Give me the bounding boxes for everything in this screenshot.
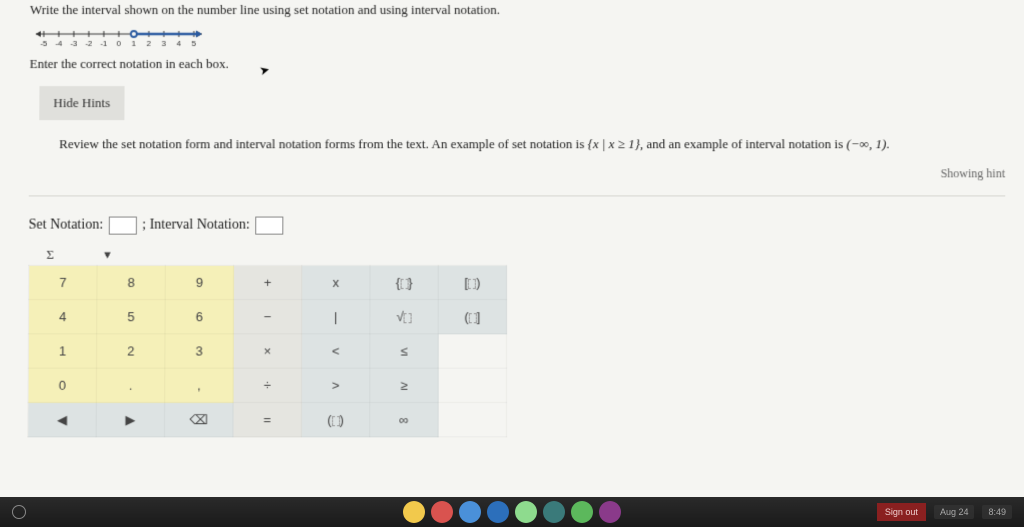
keypad-key[interactable]: ∞ — [370, 402, 438, 436]
taskbar-app-icon[interactable] — [515, 501, 537, 523]
taskbar-app-icon[interactable] — [571, 501, 593, 523]
chevron-down-icon: ▾ — [104, 247, 111, 263]
keypad-key[interactable]: ▶ — [96, 402, 165, 436]
sigma-icon: Σ — [46, 247, 54, 263]
showing-hint-label: Showing hint — [29, 160, 1005, 193]
keypad-key[interactable]: | — [302, 300, 370, 334]
keypad-key[interactable]: ≥ — [370, 368, 438, 402]
divider — [29, 195, 1006, 196]
taskbar-app-icon[interactable] — [431, 501, 453, 523]
hint-text: Review the set notation form and interva… — [29, 120, 1005, 160]
taskbar-app-icon[interactable] — [459, 501, 481, 523]
svg-text:2: 2 — [147, 39, 152, 48]
instruction-text: Write the interval shown on the number l… — [30, 0, 1004, 24]
keypad-key[interactable]: = — [233, 402, 301, 436]
keypad-key[interactable]: 8 — [97, 265, 165, 299]
set-notation-label: Set Notation: — [29, 218, 104, 233]
number-line: -5 -4 -3 -2 -1 0 1 2 3 4 5 — [30, 24, 1005, 52]
keypad-key[interactable]: 7 — [29, 265, 97, 299]
answer-line: Set Notation: ; Interval Notation: — [28, 211, 1005, 245]
enter-prompt: Enter the correct notation in each box. — [29, 52, 1004, 86]
keypad-key[interactable]: ≤ — [370, 334, 438, 368]
keypad-key[interactable]: < — [301, 334, 369, 368]
keypad-key[interactable]: 2 — [97, 334, 165, 368]
svg-text:3: 3 — [162, 39, 167, 48]
taskbar-app-icon[interactable] — [543, 501, 565, 523]
taskbar-date: Aug 24 — [934, 505, 975, 519]
svg-text:4: 4 — [177, 39, 182, 48]
keypad-key[interactable]: x — [302, 265, 370, 299]
keypad-key[interactable]: ⌫ — [165, 402, 234, 436]
page-content: Write the interval shown on the number l… — [0, 0, 1024, 500]
keypad-key[interactable]: 9 — [165, 265, 233, 299]
taskbar: Sign out Aug 24 8:49 — [0, 497, 1024, 527]
keypad: 789+x{}[) 456−|√(] 123×<≤0.,÷>≥ ◀▶⌫=()∞ — [27, 265, 507, 438]
interval-notation-input[interactable] — [255, 217, 283, 235]
keypad-key[interactable]: 3 — [165, 334, 233, 368]
svg-text:5: 5 — [192, 39, 197, 48]
keypad-key[interactable]: () — [301, 402, 369, 436]
svg-text:-1: -1 — [100, 39, 108, 48]
keypad-key[interactable]: √ — [370, 300, 438, 334]
keypad-key[interactable]: ◀ — [28, 402, 97, 436]
keypad-key[interactable]: 6 — [165, 300, 233, 334]
keypad-key[interactable]: + — [233, 265, 301, 299]
svg-text:-4: -4 — [55, 39, 63, 48]
keypad-area: Σ ▾ 789+x{}[) 456−|√(] 123×<≤0.,÷>≥ ◀▶⌫=()∞ — [27, 245, 1007, 443]
keypad-key[interactable]: − — [233, 300, 301, 334]
taskbar-app-icon[interactable] — [403, 501, 425, 523]
svg-text:-2: -2 — [85, 39, 93, 48]
interval-notation-label: ; Interval Notation: — [142, 218, 250, 233]
svg-text:-5: -5 — [40, 39, 48, 48]
svg-text:1: 1 — [132, 39, 137, 48]
svg-text:-3: -3 — [70, 39, 78, 48]
keypad-key[interactable]: [) — [438, 265, 506, 299]
launcher-icon[interactable] — [12, 505, 26, 519]
taskbar-time: 8:49 — [982, 505, 1012, 519]
taskbar-app-icon[interactable] — [599, 501, 621, 523]
svg-text:0: 0 — [117, 39, 122, 48]
keypad-key[interactable]: . — [96, 368, 165, 402]
keypad-key[interactable]: 4 — [28, 300, 96, 334]
keypad-key[interactable]: (] — [438, 300, 506, 334]
keypad-key[interactable]: 0 — [28, 368, 97, 402]
keypad-key[interactable]: 5 — [97, 300, 165, 334]
keypad-key[interactable]: > — [301, 368, 369, 402]
keypad-key[interactable]: {} — [370, 265, 438, 299]
keypad-key[interactable]: ÷ — [233, 368, 301, 402]
sign-out-button[interactable]: Sign out — [877, 503, 926, 521]
taskbar-app-icon[interactable] — [487, 501, 509, 523]
keypad-key[interactable]: × — [233, 334, 301, 368]
keypad-key[interactable]: , — [165, 368, 233, 402]
hide-hints-button[interactable]: Hide Hints — [39, 86, 124, 120]
keypad-key[interactable]: 1 — [28, 334, 97, 368]
set-notation-input[interactable] — [109, 217, 137, 235]
variable-selector[interactable]: Σ ▾ — [28, 247, 1005, 265]
